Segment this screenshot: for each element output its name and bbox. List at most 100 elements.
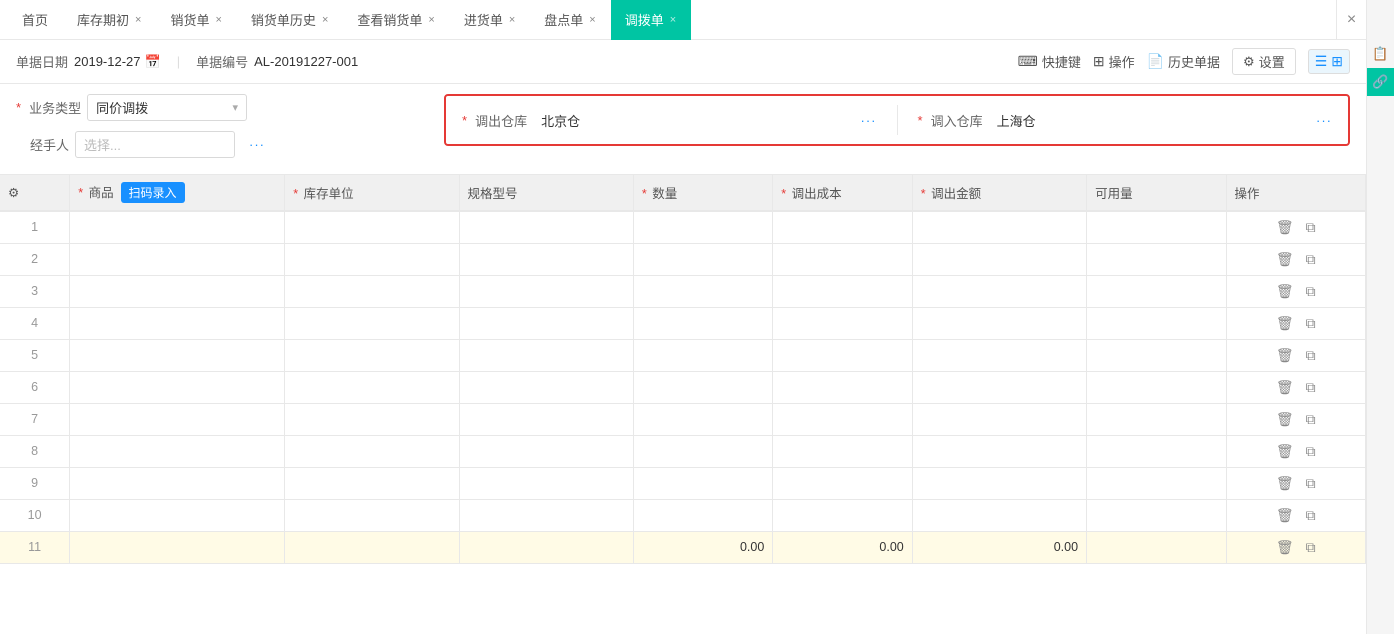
qty-cell-5[interactable] (633, 339, 772, 371)
product-cell-6[interactable] (70, 371, 285, 403)
unit-cell-8[interactable] (285, 435, 459, 467)
tab-close-view-sales[interactable]: × (428, 14, 434, 26)
out-warehouse-more-icon[interactable]: ··· (861, 113, 877, 128)
cost-cell-3[interactable] (773, 275, 912, 307)
unit-cell-1[interactable] (285, 211, 459, 243)
delete-icon[interactable]: 🗑 (1276, 315, 1294, 332)
amount-cell-6[interactable] (912, 371, 1086, 403)
qty-cell-7[interactable] (633, 403, 772, 435)
tab-close-sales-order[interactable]: × (215, 14, 221, 26)
delete-icon[interactable]: 🗑 (1276, 539, 1294, 556)
tab-stock-init[interactable]: 库存期初 × (63, 0, 156, 40)
copy-icon[interactable]: ⧉ (1306, 475, 1316, 492)
spec-cell-7[interactable] (459, 403, 633, 435)
copy-icon[interactable]: ⧉ (1306, 219, 1316, 236)
cost-cell-4[interactable] (773, 307, 912, 339)
product-cell-7[interactable] (70, 403, 285, 435)
product-cell-2[interactable] (70, 243, 285, 275)
spec-cell-5[interactable] (459, 339, 633, 371)
tab-sales-order[interactable]: 销货单 × (156, 0, 236, 40)
amount-cell-10[interactable] (912, 499, 1086, 531)
delete-icon[interactable]: 🗑 (1276, 283, 1294, 300)
spec-cell-4[interactable] (459, 307, 633, 339)
delete-icon[interactable]: 🗑 (1276, 347, 1294, 364)
amount-cell-8[interactable] (912, 435, 1086, 467)
cost-cell-2[interactable] (773, 243, 912, 275)
product-cell-5[interactable] (70, 339, 285, 371)
unit-cell-9[interactable] (285, 467, 459, 499)
tab-close-inventory[interactable]: × (589, 14, 595, 26)
copy-icon[interactable]: ⧉ (1306, 507, 1316, 524)
amount-cell-1[interactable] (912, 211, 1086, 243)
unit-cell-7[interactable] (285, 403, 459, 435)
cost-cell-5[interactable] (773, 339, 912, 371)
spec-cell-10[interactable] (459, 499, 633, 531)
spec-cell-1[interactable] (459, 211, 633, 243)
amount-cell-5[interactable] (912, 339, 1086, 371)
copy-icon[interactable]: ⧉ (1306, 443, 1316, 460)
copy-icon[interactable]: ⧉ (1306, 315, 1316, 332)
delete-icon[interactable]: 🗑 (1276, 219, 1294, 236)
product-cell-1[interactable] (70, 211, 285, 243)
cost-cell-10[interactable] (773, 499, 912, 531)
spec-cell-3[interactable] (459, 275, 633, 307)
in-warehouse-more-icon[interactable]: ··· (1316, 113, 1332, 128)
qty-cell-6[interactable] (633, 371, 772, 403)
delete-icon[interactable]: 🗑 (1276, 411, 1294, 428)
product-cell-9[interactable] (70, 467, 285, 499)
window-close-button[interactable]: × (1336, 0, 1366, 40)
settings-button[interactable]: ⚙ 设置 (1232, 48, 1296, 75)
amount-cell-3[interactable] (912, 275, 1086, 307)
amount-cell-9[interactable] (912, 467, 1086, 499)
tab-close-stock-init[interactable]: × (135, 14, 141, 26)
delete-icon[interactable]: 🗑 (1276, 251, 1294, 268)
qty-cell-9[interactable] (633, 467, 772, 499)
tab-purchase[interactable]: 进货单 × (450, 0, 530, 40)
unit-cell-2[interactable] (285, 243, 459, 275)
cost-cell-7[interactable] (773, 403, 912, 435)
amount-cell-2[interactable] (912, 243, 1086, 275)
handler-select[interactable]: 选择... (75, 131, 235, 158)
spec-cell-9[interactable] (459, 467, 633, 499)
unit-cell-10[interactable] (285, 499, 459, 531)
cost-cell-6[interactable] (773, 371, 912, 403)
unit-cell-4[interactable] (285, 307, 459, 339)
tab-close-sales-history[interactable]: × (322, 14, 328, 26)
copy-icon[interactable]: ⧉ (1306, 251, 1316, 268)
product-cell-4[interactable] (70, 307, 285, 339)
calendar-icon[interactable]: 📅 (145, 54, 161, 70)
product-cell-3[interactable] (70, 275, 285, 307)
tab-inventory[interactable]: 盘点单 × (530, 0, 610, 40)
qty-cell-4[interactable] (633, 307, 772, 339)
copy-icon[interactable]: ⧉ (1306, 347, 1316, 364)
amount-cell-4[interactable] (912, 307, 1086, 339)
scan-entry-button[interactable]: 扫码录入 (121, 182, 185, 203)
qty-cell-2[interactable] (633, 243, 772, 275)
qty-cell-1[interactable] (633, 211, 772, 243)
cost-cell-1[interactable] (773, 211, 912, 243)
copy-icon[interactable]: ⧉ (1306, 379, 1316, 396)
spec-cell-6[interactable] (459, 371, 633, 403)
col-header-settings[interactable]: ⚙ (0, 175, 70, 211)
cost-cell-8[interactable] (773, 435, 912, 467)
tab-close-purchase[interactable]: × (509, 14, 515, 26)
product-cell-8[interactable] (70, 435, 285, 467)
cost-cell-9[interactable] (773, 467, 912, 499)
qty-cell-8[interactable] (633, 435, 772, 467)
delete-icon[interactable]: 🗑 (1276, 475, 1294, 492)
history-button[interactable]: 📄 历史单据 (1147, 52, 1220, 71)
copy-icon[interactable]: ⧉ (1306, 283, 1316, 300)
tab-sales-history[interactable]: 销货单历史 × (237, 0, 343, 40)
copy-icon[interactable]: ⧉ (1306, 411, 1316, 428)
tab-view-sales[interactable]: 查看销货单 × (343, 0, 449, 40)
delete-icon[interactable]: 🗑 (1276, 507, 1294, 524)
sidebar-doc-icon[interactable]: 📋 (1367, 40, 1394, 68)
qty-cell-3[interactable] (633, 275, 772, 307)
layout-button[interactable]: ☰ ⊞ (1308, 49, 1350, 74)
unit-cell-6[interactable] (285, 371, 459, 403)
business-type-select[interactable]: 同价调拨 ▾ (87, 94, 247, 121)
unit-cell-3[interactable] (285, 275, 459, 307)
tab-close-transfer[interactable]: × (670, 14, 676, 26)
amount-cell-7[interactable] (912, 403, 1086, 435)
spec-cell-2[interactable] (459, 243, 633, 275)
